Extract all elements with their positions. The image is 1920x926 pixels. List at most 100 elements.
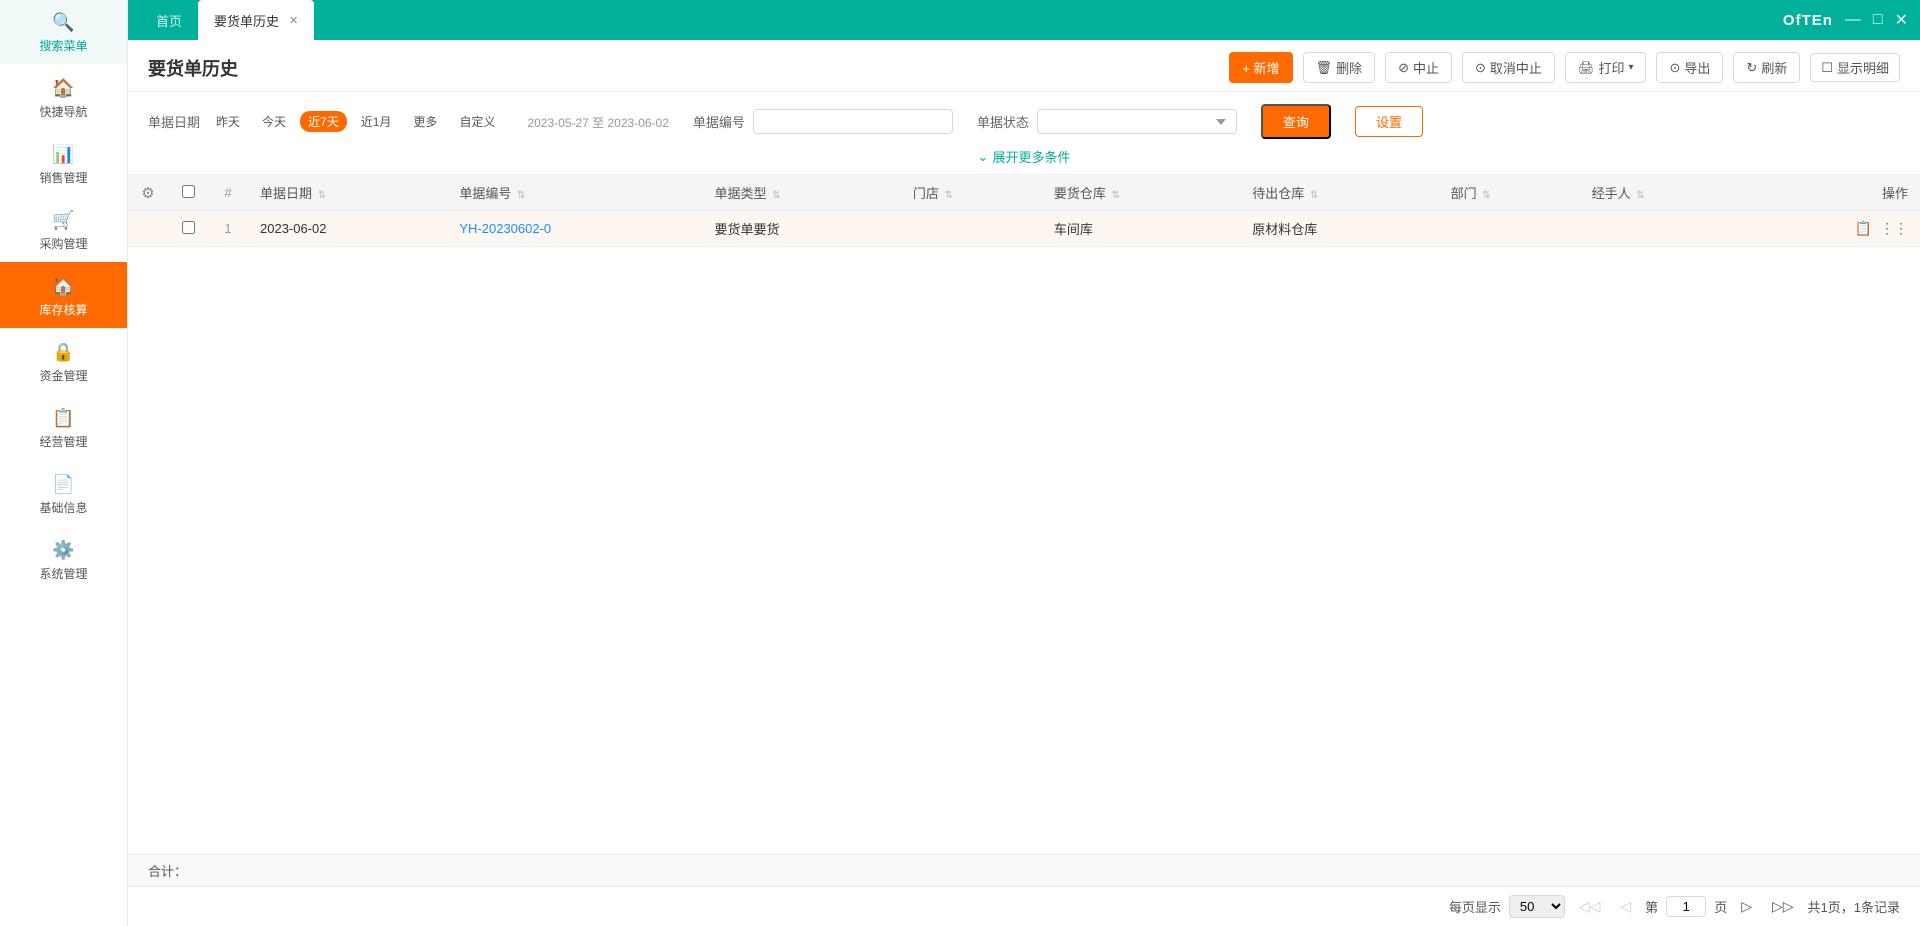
- stop-icon: ⊘: [1398, 60, 1409, 76]
- date-btn-1month[interactable]: 近1月: [353, 111, 400, 132]
- sort-icon-doc-date: ⇅: [318, 190, 326, 201]
- page-prev-btn[interactable]: ◁: [1614, 896, 1637, 917]
- date-btn-custom[interactable]: 自定义: [451, 111, 503, 132]
- tab-requisition-label: 要货单历史: [214, 11, 279, 30]
- sidebar-item-inventory[interactable]: 🏠 库存核算: [0, 262, 127, 328]
- row-checkbox-cell[interactable]: [168, 211, 208, 247]
- table-header-row: ⚙ # 单据日期 ⇅ 单据编号 ⇅: [128, 175, 1920, 211]
- sidebar-item-label: 系统管理: [39, 565, 87, 582]
- status-filter: 单据状态: [977, 109, 1237, 134]
- page-label-prefix: 第: [1645, 897, 1658, 916]
- sidebar-item-search-menu[interactable]: 🔍 搜索菜单: [0, 0, 127, 64]
- show-detail-button[interactable]: ☐ 显示明细: [1810, 53, 1900, 82]
- page-size-label: 每页显示: [1449, 897, 1501, 916]
- row-doc-no[interactable]: YH-20230602-0: [447, 211, 702, 247]
- tab-home-label: 首页: [156, 11, 182, 30]
- page-first-btn[interactable]: ◁◁: [1573, 896, 1607, 917]
- tab-home[interactable]: 首页: [140, 0, 198, 40]
- home-icon: 🏠: [52, 78, 74, 99]
- footer-bar: 合计：: [128, 854, 1920, 886]
- total-info: 共1页，1条记录: [1808, 897, 1900, 916]
- th-doc-date[interactable]: 单据日期 ⇅: [248, 175, 447, 211]
- doc-no-link[interactable]: YH-20230602-0: [459, 221, 551, 236]
- row-dept: [1439, 211, 1580, 247]
- sidebar-item-label: 库存核算: [39, 301, 87, 318]
- sort-icon-pending-wh: ⇅: [1310, 190, 1318, 201]
- table-settings-icon[interactable]: ⚙: [128, 175, 168, 211]
- th-handler[interactable]: 经手人 ⇅: [1580, 175, 1750, 211]
- date-shortcuts: 昨天 今天 近7天 近1月 更多 自定义: [208, 111, 503, 132]
- status-select[interactable]: [1037, 109, 1237, 134]
- print-button[interactable]: 🖨 打印 ▾: [1565, 52, 1647, 83]
- table-checkbox-header[interactable]: [168, 175, 208, 211]
- filter-area: 单据日期 昨天 今天 近7天 近1月 更多 自定义 2023-05-27 至 2…: [128, 92, 1920, 175]
- page-number-input[interactable]: [1666, 896, 1706, 917]
- data-table: ⚙ # 单据日期 ⇅ 单据编号 ⇅: [128, 175, 1920, 247]
- sidebar-item-purchase-mgmt[interactable]: 🛒 采购管理: [0, 196, 127, 262]
- status-filter-label: 单据状态: [977, 112, 1029, 131]
- row-num: 1: [208, 211, 248, 247]
- gear-icon: ⚙️: [52, 540, 74, 561]
- pagination-bar: 每页显示 20 50 100 200 ◁◁ ◁ 第 页 ▷ ▷▷ 共1页，1条记…: [128, 886, 1920, 926]
- lock-icon: 🔒: [52, 342, 74, 363]
- row-settings: [128, 211, 168, 247]
- sidebar-item-label: 资金管理: [39, 367, 87, 384]
- docno-filter-label: 单据编号: [693, 112, 745, 131]
- sidebar-item-label: 销售管理: [39, 169, 87, 186]
- sidebar-item-label: 基础信息: [39, 499, 87, 516]
- query-button[interactable]: 查询: [1261, 104, 1331, 139]
- window-minimize-btn[interactable]: —: [1845, 11, 1861, 29]
- export-button[interactable]: ⊙ 导出: [1656, 52, 1723, 83]
- th-req-warehouse[interactable]: 要货仓库 ⇅: [1042, 175, 1240, 211]
- docno-input[interactable]: [753, 109, 953, 134]
- th-dept[interactable]: 部门 ⇅: [1439, 175, 1580, 211]
- sidebar-item-sys-mgmt[interactable]: ⚙️ 系统管理: [0, 526, 127, 592]
- row-checkbox[interactable]: [182, 221, 195, 234]
- sidebar-item-sales-mgmt[interactable]: 📊 销售管理: [0, 130, 127, 196]
- page-last-btn[interactable]: ▷▷: [1766, 896, 1800, 917]
- setting-button[interactable]: 设置: [1355, 106, 1423, 137]
- ops-icon: 📋: [52, 408, 74, 429]
- doc-icon: 📄: [52, 474, 74, 495]
- expand-filter-btn[interactable]: ⌄ 展开更多条件: [148, 147, 1900, 166]
- sort-icon-req-wh: ⇅: [1112, 190, 1120, 201]
- sidebar-item-quick-nav[interactable]: 🏠 快捷导航: [0, 64, 127, 130]
- search-icon: 🔍: [52, 12, 74, 33]
- sidebar-item-finance-mgmt[interactable]: 🔒 资金管理: [0, 328, 127, 394]
- th-doc-no[interactable]: 单据编号 ⇅: [447, 175, 702, 211]
- page-size-select[interactable]: 20 50 100 200: [1509, 895, 1565, 918]
- cancel-stop-button[interactable]: ⊙ 取消中止: [1462, 52, 1555, 83]
- row-edit-icon[interactable]: 📋: [1855, 220, 1872, 237]
- date-range-display: 2023-05-27 至 2023-06-02: [527, 112, 668, 131]
- th-doc-type[interactable]: 单据类型 ⇅: [702, 175, 900, 211]
- row-doc-date: 2023-06-02: [248, 211, 447, 247]
- print-dropdown-icon: ▾: [1628, 62, 1633, 73]
- sort-icon-handler: ⇅: [1636, 190, 1644, 201]
- th-store[interactable]: 门店 ⇅: [901, 175, 1042, 211]
- select-all-checkbox[interactable]: [182, 185, 195, 198]
- table-container: ⚙ # 单据日期 ⇅ 单据编号 ⇅: [128, 175, 1920, 854]
- stop-button[interactable]: ⊘ 中止: [1385, 52, 1452, 83]
- delete-button[interactable]: 🗑 删除: [1303, 52, 1376, 83]
- date-filter-label: 单据日期: [148, 112, 200, 131]
- sidebar-item-ops-mgmt[interactable]: 📋 经营管理: [0, 394, 127, 460]
- row-more-icon[interactable]: ⋮⋮: [1880, 220, 1908, 237]
- sort-icon-doc-no: ⇅: [517, 190, 525, 201]
- total-label: 合计：: [148, 864, 187, 879]
- date-btn-yesterday[interactable]: 昨天: [208, 111, 248, 132]
- window-maximize-btn[interactable]: □: [1873, 11, 1883, 29]
- page-header: 要货单历史 + 新增 🗑 删除 ⊘ 中止 ⊙ 取消中止 🖨 打印: [128, 40, 1920, 92]
- sidebar-item-label: 采购管理: [39, 235, 87, 252]
- page-next-btn[interactable]: ▷: [1735, 896, 1758, 917]
- sidebar-item-label: 快捷导航: [39, 103, 87, 120]
- date-btn-today[interactable]: 今天: [254, 111, 294, 132]
- tab-close-icon[interactable]: ✕: [289, 14, 298, 27]
- tab-requisition-history[interactable]: 要货单历史 ✕: [198, 0, 314, 40]
- th-pending-warehouse[interactable]: 待出仓库 ⇅: [1240, 175, 1438, 211]
- window-close-btn[interactable]: ✕: [1895, 10, 1908, 30]
- new-button[interactable]: + 新增: [1229, 52, 1292, 83]
- date-btn-more[interactable]: 更多: [405, 111, 445, 132]
- date-btn-7days[interactable]: 近7天: [300, 111, 347, 132]
- refresh-button[interactable]: ↻ 刷新: [1733, 52, 1800, 83]
- sidebar-item-basic-info[interactable]: 📄 基础信息: [0, 460, 127, 526]
